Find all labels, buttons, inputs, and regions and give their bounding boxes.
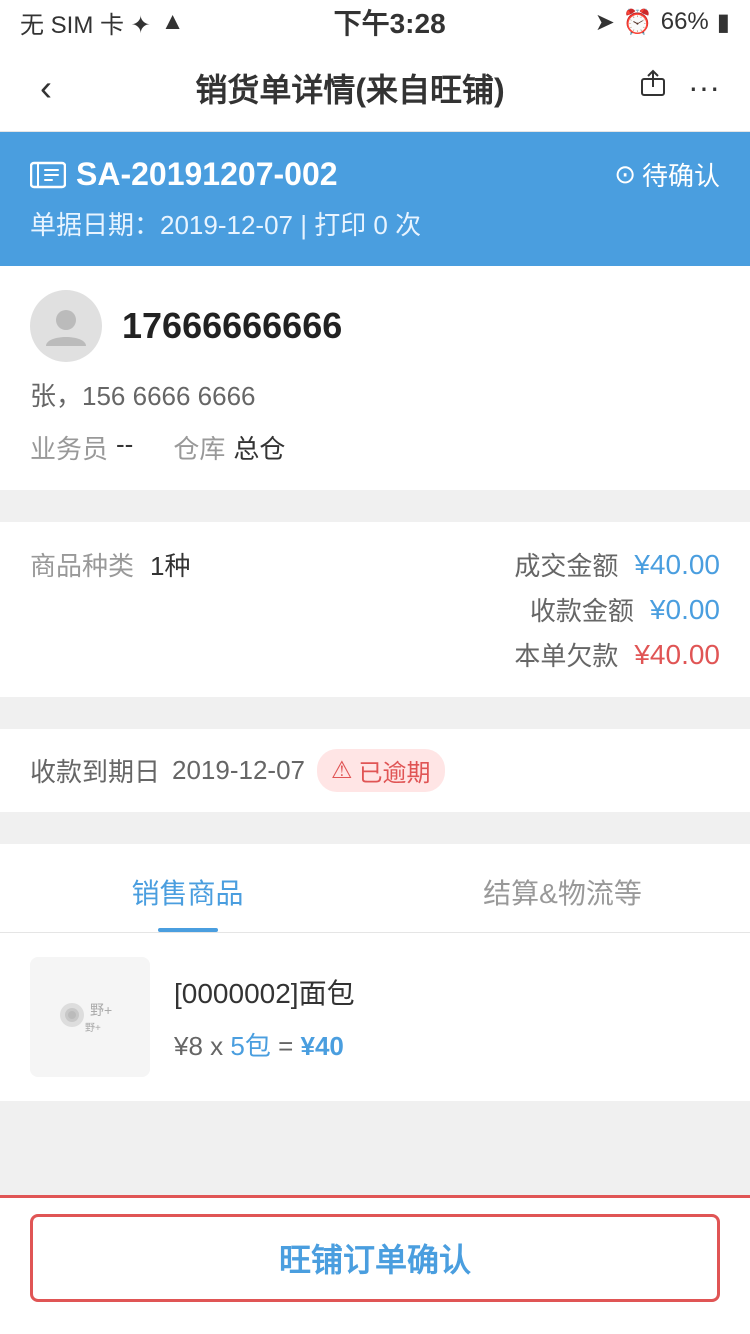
more-button[interactable]: ··· [688, 69, 720, 106]
battery-icon: ▮ [717, 8, 730, 37]
order-id: SA-20191207-002 [30, 156, 338, 193]
deal-amount-value: ¥40.00 [634, 549, 720, 581]
divider-3 [0, 828, 750, 844]
divider-2 [0, 713, 750, 729]
owed-label: 本单欠款 [514, 636, 618, 673]
product-name: [0000002]面包 [174, 972, 720, 1012]
owed-value: ¥40.00 [634, 639, 720, 671]
salesperson-label: 业务员 [30, 429, 108, 466]
tab-sales-products[interactable]: 销售商品 [0, 844, 375, 932]
order-header: SA-20191207-002 ⊙ 待确认 单据日期：2019-12-07 | … [0, 132, 750, 266]
tabs-section: 销售商品 结算&物流等 [0, 844, 750, 933]
confirm-button[interactable]: 旺铺订单确认 [30, 1214, 720, 1302]
product-item: 野+ 野+ [0000002]面包 ¥8 x 5包 = ¥40 [30, 957, 720, 1077]
customer-phone: 17666666666 [122, 305, 342, 347]
page-title: 销货单详情(来自旺铺) [195, 65, 504, 111]
tab-settlement[interactable]: 结算&物流等 [375, 844, 750, 932]
location-icon: ➤ [595, 8, 615, 37]
status-right: ➤ ⏰ 66% ▮ [595, 8, 730, 37]
warehouse-value: 总仓 [233, 429, 285, 466]
nav-bar: ‹ 销货单详情(来自旺铺) ··· [0, 44, 750, 132]
tabs-row: 销售商品 结算&物流等 [0, 844, 750, 933]
nav-actions: ··· [638, 69, 720, 107]
back-button[interactable]: ‹ [30, 57, 62, 119]
warning-icon: ⚠ [331, 756, 353, 785]
alarm-icon: ⏰ [623, 8, 653, 37]
deal-amount-label: 成交金额 [514, 546, 618, 583]
status-left: 无 SIM 卡 ✦ ▲ [20, 5, 185, 40]
divider-1 [0, 506, 750, 522]
customer-meta: 业务员 -- 仓库 总仓 [30, 429, 720, 466]
salesperson-value: -- [116, 429, 133, 466]
share-button[interactable] [638, 69, 668, 107]
due-section: 收款到期日 2019-12-07 ⚠ 已逾期 [0, 729, 750, 812]
status-bar: 无 SIM 卡 ✦ ▲ 下午3:28 ➤ ⏰ 66% ▮ [0, 0, 750, 44]
overdue-text: 已逾期 [359, 753, 431, 788]
svg-text:野+: 野+ [90, 1002, 112, 1018]
receipt-amount-label: 收款金额 [530, 591, 634, 628]
overdue-badge: ⚠ 已逾期 [317, 749, 445, 792]
product-price: ¥8 x 5包 = ¥40 [174, 1026, 720, 1063]
status-time: 下午3:28 [334, 2, 446, 42]
amounts: 成交金额 ¥40.00 收款金额 ¥0.00 本单欠款 ¥40.00 [514, 546, 720, 673]
product-type-label: 商品种类 [30, 546, 134, 583]
bottom-bar: 旺铺订单确认 [0, 1195, 750, 1334]
product-type-value: 1种 [150, 546, 190, 583]
summary-section: 商品种类 1种 成交金额 ¥40.00 收款金额 ¥0.00 本单欠款 ¥40.… [0, 522, 750, 697]
product-info: [0000002]面包 ¥8 x 5包 = ¥40 [174, 972, 720, 1063]
sim-status: 无 SIM 卡 ✦ [20, 5, 151, 40]
due-date: 2019-12-07 [172, 755, 305, 786]
battery-level: 66% [661, 8, 709, 36]
order-status: ⊙ 待确认 [614, 156, 720, 193]
product-list: 野+ 野+ [0000002]面包 ¥8 x 5包 = ¥40 [0, 933, 750, 1101]
receipt-amount-value: ¥0.00 [650, 594, 720, 626]
wifi-icon: ▲ [161, 8, 185, 36]
avatar [30, 290, 102, 362]
due-label: 收款到期日 [30, 752, 160, 789]
customer-name: 张，156 6666 6666 [30, 376, 720, 413]
customer-section: 17666666666 张，156 6666 6666 业务员 -- 仓库 总仓 [0, 266, 750, 490]
order-date: 单据日期：2019-12-07 | 打印 0 次 [30, 205, 720, 242]
clock-icon: ⊙ [614, 159, 636, 190]
product-thumbnail: 野+ 野+ [30, 957, 150, 1077]
warehouse-label: 仓库 [173, 429, 225, 466]
svg-text:野+: 野+ [85, 1022, 101, 1034]
